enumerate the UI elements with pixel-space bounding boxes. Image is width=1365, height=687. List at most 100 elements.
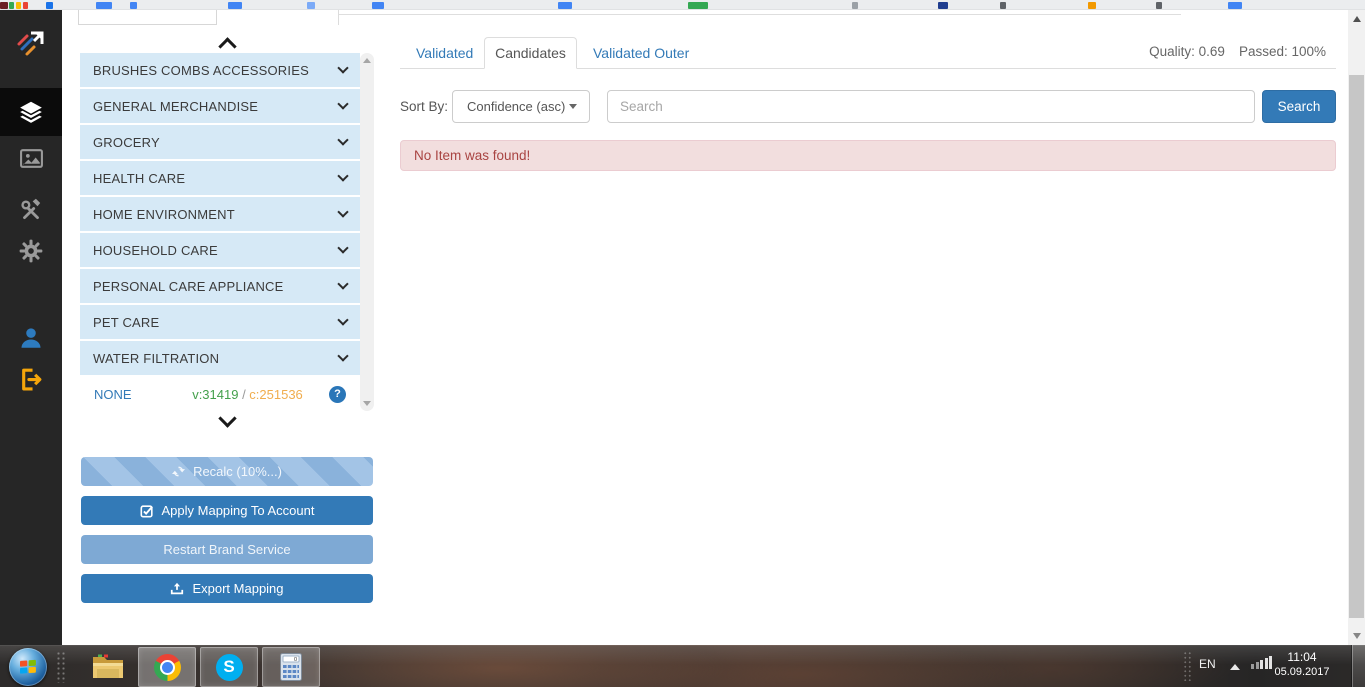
bookmark-favicon[interactable] <box>16 2 21 9</box>
chevron-down-icon <box>337 133 349 146</box>
category-row[interactable]: PERSONAL CARE APPLIANCE <box>80 269 360 303</box>
apply-mapping-button[interactable]: Apply Mapping To Account <box>81 496 373 525</box>
tray-grip <box>1183 651 1192 681</box>
bookmark-favicon[interactable] <box>1088 2 1096 9</box>
category-label: HEALTH CARE <box>93 170 186 186</box>
scrollbar-down-arrow-icon[interactable] <box>1352 633 1361 639</box>
tab-validated-outer[interactable]: Validated Outer <box>593 45 689 61</box>
sidebar-item-layers[interactable] <box>0 90 62 134</box>
chevron-down-icon <box>337 241 349 254</box>
start-button[interactable] <box>9 648 47 686</box>
category-scroll-down-chevron[interactable] <box>218 409 237 428</box>
search-input[interactable] <box>607 90 1255 123</box>
sort-by-label: Sort By: <box>400 99 449 114</box>
app-logo-icon <box>17 31 44 56</box>
bookmark-favicon[interactable] <box>1000 2 1006 9</box>
image-icon <box>19 148 43 168</box>
category-row[interactable]: BRUSHES COMBS ACCESSORIES <box>80 53 360 87</box>
category-row[interactable]: HEALTH CARE <box>80 161 360 195</box>
app-logo-icon[interactable] <box>0 24 62 64</box>
bookmark-favicon[interactable] <box>1156 2 1162 9</box>
show-hidden-icons-arrow[interactable] <box>1230 664 1240 670</box>
page-scrollbar[interactable] <box>1348 10 1365 645</box>
sidebar-item-logout[interactable] <box>0 364 62 394</box>
scrollbar-up-arrow-icon[interactable] <box>1352 16 1361 22</box>
sort-select[interactable]: Confidence (asc) <box>452 90 590 123</box>
passed-value: Passed: 100% <box>1238 44 1326 59</box>
category-row-none[interactable]: NONE v:31419 / c:251536 ? <box>80 377 360 411</box>
app-top-tab-line <box>339 14 1181 15</box>
bookmark-favicon[interactable] <box>307 2 315 9</box>
category-label: PET CARE <box>93 314 160 330</box>
bookmark-favicon[interactable] <box>0 2 8 9</box>
taskbar: S 0 <box>0 645 1365 687</box>
bookmark-favicon[interactable] <box>130 2 137 9</box>
skype-icon: S <box>215 653 243 681</box>
sidebar-item-tools[interactable] <box>0 194 62 224</box>
tray-time: 11:04 <box>1287 650 1317 664</box>
app-top-tab-divider <box>338 10 339 25</box>
category-row[interactable]: HOME ENVIRONMENT <box>80 197 360 231</box>
chevron-down-icon <box>337 205 349 218</box>
chevron-down-icon <box>337 169 349 182</box>
check-icon <box>140 504 153 517</box>
recalc-label: Recalc (10%...) <box>193 464 282 479</box>
category-label: GENERAL MERCHANDISE <box>93 98 259 114</box>
export-mapping-button[interactable]: Export Mapping <box>81 574 373 603</box>
show-desktop-button[interactable] <box>1351 645 1365 687</box>
chevron-down-icon <box>337 313 349 326</box>
taskbar-chrome-button[interactable] <box>138 647 196 687</box>
bookmark-favicon[interactable] <box>852 2 858 9</box>
sidebar <box>0 10 62 645</box>
bookmark-favicon[interactable] <box>46 2 53 9</box>
category-row[interactable]: GENERAL MERCHANDISE <box>80 89 360 123</box>
tab-validated[interactable]: Validated <box>416 45 473 61</box>
bookmark-favicon[interactable] <box>688 2 708 9</box>
user-icon <box>21 328 41 348</box>
taskbar-file-explorer-button[interactable] <box>86 647 130 687</box>
category-row[interactable]: HOUSEHOLD CARE <box>80 233 360 267</box>
category-row[interactable]: GROCERY <box>80 125 360 159</box>
count-separator: / <box>238 386 250 402</box>
logout-icon <box>21 368 41 390</box>
taskbar-calculator-button[interactable]: 0 <box>262 647 320 687</box>
tab-candidates[interactable]: Candidates <box>484 37 577 69</box>
scrollbar-up-arrow-icon[interactable] <box>363 58 371 63</box>
category-scrollbar[interactable] <box>360 53 374 411</box>
screen: BRUSHES COMBS ACCESSORIES GENERAL MERCHAN… <box>0 0 1365 687</box>
bookmarks-strip <box>0 0 1365 10</box>
apply-mapping-label: Apply Mapping To Account <box>161 503 315 518</box>
sidebar-item-user[interactable] <box>0 323 62 353</box>
bookmark-favicon[interactable] <box>938 2 948 9</box>
bookmark-favicon[interactable] <box>228 2 242 9</box>
sidebar-item-images[interactable] <box>0 143 62 173</box>
taskbar-skype-button[interactable]: S <box>200 647 258 687</box>
category-list: BRUSHES COMBS ACCESSORIES GENERAL MERCHAN… <box>80 53 360 377</box>
search-button[interactable]: Search <box>1262 90 1336 123</box>
bookmark-favicon[interactable] <box>558 2 572 9</box>
bookmark-favicon[interactable] <box>23 2 28 9</box>
bookmark-favicon[interactable] <box>9 2 14 9</box>
bookmark-favicon[interactable] <box>96 2 112 9</box>
language-indicator[interactable]: EN <box>1199 657 1216 671</box>
chevron-down-icon <box>337 61 349 74</box>
folder-icon <box>93 654 123 678</box>
sidebar-item-settings[interactable] <box>0 236 62 266</box>
category-row[interactable]: PET CARE <box>80 305 360 339</box>
help-icon[interactable]: ? <box>329 385 346 403</box>
none-label[interactable]: NONE <box>94 387 166 402</box>
bookmark-favicon[interactable] <box>1228 2 1242 9</box>
scrollbar-thumb[interactable] <box>1348 75 1365 618</box>
sort-select-value: Confidence (asc) <box>467 99 566 114</box>
candidate-count: c:251536 <box>249 386 303 402</box>
scrollbar-down-arrow-icon[interactable] <box>363 401 371 406</box>
tools-icon <box>21 198 41 220</box>
recalc-button[interactable]: Recalc (10%...) <box>81 457 373 486</box>
chevron-down-icon <box>337 349 349 362</box>
bookmark-favicon[interactable] <box>372 2 384 9</box>
tray-clock[interactable]: 11:04 05.09.2017 <box>1266 650 1338 678</box>
chevron-down-icon <box>337 97 349 110</box>
export-mapping-label: Export Mapping <box>192 581 284 596</box>
category-row[interactable]: WATER FILTRATION <box>80 341 360 375</box>
restart-brand-service-button[interactable]: Restart Brand Service <box>81 535 373 564</box>
